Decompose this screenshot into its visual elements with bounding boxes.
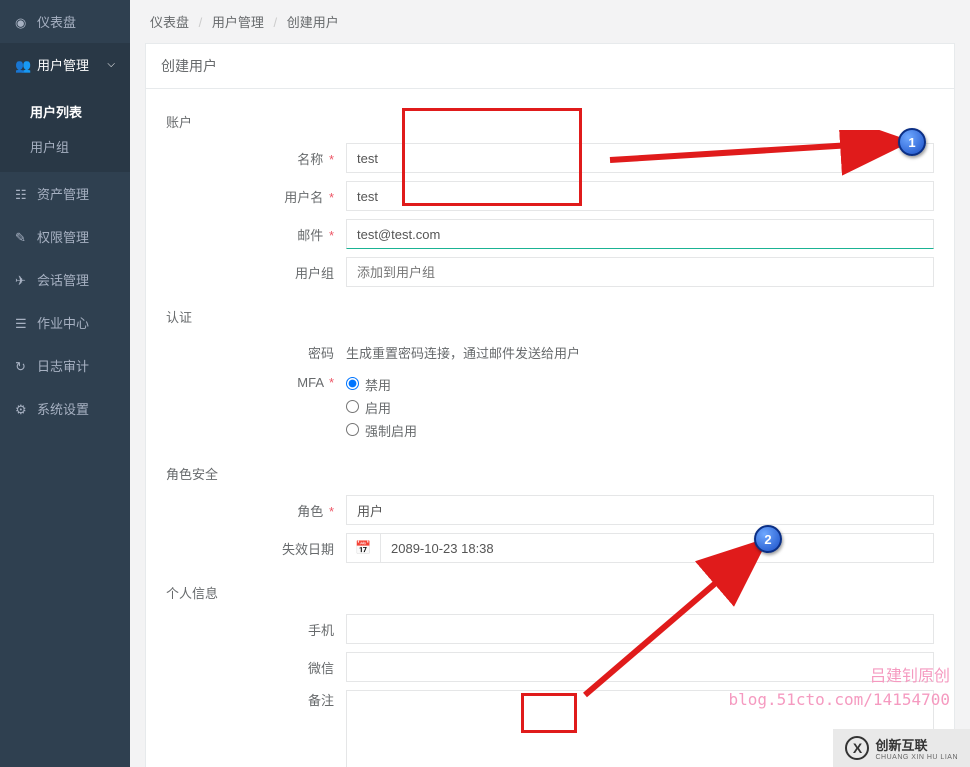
section-account: 账户 — [166, 112, 934, 131]
email-input[interactable] — [346, 219, 934, 249]
breadcrumb-item: 创建用户 — [287, 15, 339, 30]
breadcrumb-sep: / — [274, 15, 278, 30]
breadcrumb-item[interactable]: 仪表盘 — [150, 15, 189, 30]
label-password: 密码 — [166, 343, 346, 362]
plane-icon: ✈ — [15, 273, 29, 287]
usergroup-input[interactable] — [346, 257, 934, 287]
sidebar-item-sessions[interactable]: ✈ 会话管理 — [0, 258, 130, 301]
tasks-icon: ☰ — [15, 316, 29, 330]
sidebar-item-perms[interactable]: ✎ 权限管理 — [0, 215, 130, 258]
section-role: 角色安全 — [166, 464, 934, 483]
breadcrumb: 仪表盘 / 用户管理 / 创建用户 — [130, 0, 970, 43]
breadcrumb-sep: / — [199, 15, 203, 30]
sidebar-item-label: 资产管理 — [37, 184, 89, 203]
annotation-marker-2: 2 — [754, 525, 782, 553]
watermark: 吕建钊原创 blog.51cto.com/14154700 — [728, 664, 950, 712]
breadcrumb-item[interactable]: 用户管理 — [212, 15, 264, 30]
mfa-disable[interactable]: 禁用 — [346, 375, 934, 394]
annotation-marker-1: 1 — [898, 128, 926, 156]
sidebar-item-label: 日志审计 — [37, 356, 89, 375]
sidebar-item-label: 权限管理 — [37, 227, 89, 246]
dashboard-icon: ◉ — [15, 15, 29, 29]
label-username: 用户名 * — [166, 187, 346, 206]
logo-icon: X — [845, 736, 869, 760]
label-mfa: MFA * — [166, 375, 346, 390]
sidebar-item-settings[interactable]: ⚙ 系统设置 — [0, 387, 130, 430]
sidebar-item-label: 系统设置 — [37, 399, 89, 418]
sidebar-item-dashboard[interactable]: ◉ 仪表盘 — [0, 0, 130, 43]
label-usergroup: 用户组 — [166, 263, 346, 282]
mfa-force[interactable]: 强制启用 — [346, 421, 934, 440]
sidebar-item-assets[interactable]: ☷ 资产管理 — [0, 172, 130, 215]
chevron-down-icon: ⌵ — [107, 59, 115, 70]
sidebar: ◉ 仪表盘 👥 用户管理 ⌵ 用户列表 用户组 ☷ 资产管理 ✎ 权限管理 ✈ … — [0, 0, 130, 767]
label-role: 角色 * — [166, 501, 346, 520]
password-hint: 生成重置密码连接，通过邮件发送给用户 — [346, 338, 934, 367]
server-icon: ☷ — [15, 187, 29, 201]
mfa-radio-group: 禁用 启用 强制启用 — [346, 375, 934, 444]
label-wechat: 微信 — [166, 658, 346, 677]
edit-icon: ✎ — [15, 230, 29, 244]
cogs-icon: ⚙ — [15, 402, 29, 416]
sidebar-item-label: 会话管理 — [37, 270, 89, 289]
label-phone: 手机 — [166, 620, 346, 639]
section-personal: 个人信息 — [166, 583, 934, 602]
sidebar-item-audit[interactable]: ↻ 日志审计 — [0, 344, 130, 387]
panel-title: 创建用户 — [146, 44, 954, 89]
form-panel: 创建用户 账户 名称 * 用户名 * 邮件 * 用户组 — [145, 43, 955, 767]
sidebar-submenu: 用户列表 用户组 — [0, 86, 130, 172]
label-name: 名称 * — [166, 149, 346, 168]
users-icon: 👥 — [15, 58, 29, 72]
sidebar-sub-userlist[interactable]: 用户列表 — [0, 94, 130, 129]
calendar-icon[interactable]: 📅 — [346, 533, 380, 563]
phone-input[interactable] — [346, 614, 934, 644]
role-input[interactable] — [346, 495, 934, 525]
main-content: 仪表盘 / 用户管理 / 创建用户 创建用户 账户 名称 * 用户名 * 邮件 … — [130, 0, 970, 767]
sidebar-item-label: 作业中心 — [37, 313, 89, 332]
expire-input[interactable] — [380, 533, 934, 563]
label-expire: 失效日期 — [166, 539, 346, 558]
history-icon: ↻ — [15, 359, 29, 373]
sidebar-item-label: 用户管理 — [37, 55, 89, 74]
sidebar-item-users[interactable]: 👥 用户管理 ⌵ — [0, 43, 130, 86]
sidebar-item-jobs[interactable]: ☰ 作业中心 — [0, 301, 130, 344]
logo-badge: X 创新互联 CHUANG XIN HU LIAN — [833, 729, 970, 767]
name-input[interactable] — [346, 143, 934, 173]
label-email: 邮件 * — [166, 225, 346, 244]
label-remark: 备注 — [166, 690, 346, 709]
section-auth: 认证 — [166, 307, 934, 326]
username-input[interactable] — [346, 181, 934, 211]
sidebar-item-label: 仪表盘 — [37, 12, 76, 31]
mfa-enable[interactable]: 启用 — [346, 398, 934, 417]
sidebar-sub-usergroup[interactable]: 用户组 — [0, 129, 130, 164]
